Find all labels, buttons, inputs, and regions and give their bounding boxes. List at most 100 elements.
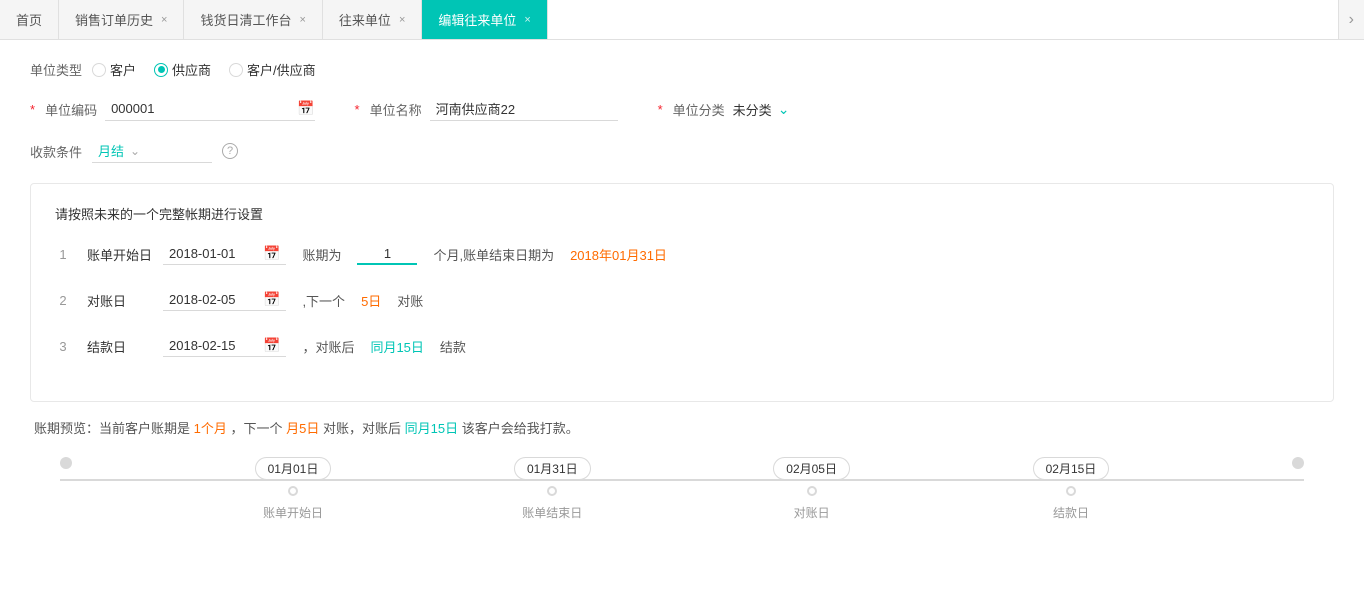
timeline-dot-2: [547, 486, 557, 496]
timeline-badge-2: 01月31日: [514, 457, 591, 480]
row-1-calendar-icon[interactable]: 📅: [263, 245, 280, 262]
row-3-date-input: 📅: [163, 335, 286, 357]
payment-condition-chevron-icon: ⌄: [130, 144, 140, 158]
row-1-period-input[interactable]: [357, 244, 417, 265]
row-3-desc-prefix: ，对账后: [302, 337, 354, 356]
timeline-left-dot: [60, 457, 72, 469]
radio-supplier-circle: [154, 63, 168, 77]
row-3-date-field[interactable]: [169, 338, 259, 353]
row-1-date-input: 📅: [163, 243, 286, 265]
setting-row-1: 1 账单开始日 📅 账期为 个月,账单结束日期为 2018年01月31日: [55, 243, 1309, 265]
timeline-point-1: 01月01日 账单开始日: [255, 457, 332, 521]
row-2-field: 对账日: [87, 291, 147, 310]
radio-both-label: 客户/供应商: [247, 60, 316, 79]
unit-code-label: 单位编码: [45, 100, 97, 119]
unit-category-group: * 单位分类 未分类 ⌄: [658, 100, 790, 119]
preview-section: 账期预览：当前客户账期是 1个月 ，下一个 月5日 对账，对账后 同月15日 该…: [30, 418, 1334, 437]
tab-edit-partner-close[interactable]: ×: [524, 14, 530, 26]
row-1-end-date: 2018年01月31日: [570, 245, 667, 264]
unit-name-group: * 单位名称: [355, 97, 618, 121]
row-2-calendar-icon[interactable]: 📅: [263, 291, 280, 308]
unit-category-label: 单位分类: [673, 100, 725, 119]
settings-section: 请按照未来的一个完整帐期进行设置 1 账单开始日 📅 账期为 个月,账单结束日期…: [30, 183, 1334, 402]
unit-code-star: *: [30, 102, 35, 117]
row-2-date-input: 📅: [163, 289, 286, 311]
timeline-container: 01月01日 账单开始日 01月31日 账单结束日 02月05日 对账日 02月…: [30, 457, 1334, 521]
timeline-dot-1: [288, 486, 298, 496]
radio-both[interactable]: 客户/供应商: [229, 60, 316, 79]
setting-row-2: 2 对账日 📅 ,下一个 5日 对账: [55, 289, 1309, 311]
timeline-label-2: 账单结束日: [522, 504, 582, 521]
timeline-right-end: [1292, 457, 1304, 521]
unit-code-calendar-icon[interactable]: 📅: [297, 100, 314, 117]
row-2-highlight: 5日: [361, 291, 381, 310]
payment-condition-select[interactable]: 月结 ⌄: [92, 139, 212, 163]
row-3-calendar-icon[interactable]: 📅: [263, 337, 280, 354]
radio-supplier[interactable]: 供应商: [154, 60, 211, 79]
unit-type-label: 单位类型: [30, 60, 82, 79]
tab-sales-history-close[interactable]: ×: [161, 14, 167, 26]
row-3-field: 结款日: [87, 337, 147, 356]
payment-help-icon[interactable]: ?: [222, 143, 238, 159]
tab-overflow-arrow[interactable]: ›: [1338, 0, 1364, 39]
row-1-desc-prefix: 账期为: [302, 245, 341, 264]
timeline-badge-3: 02月05日: [773, 457, 850, 480]
row-1-date-field[interactable]: [169, 246, 259, 261]
timeline-label-4: 结款日: [1053, 504, 1089, 521]
payment-condition-value: 月结: [98, 141, 124, 160]
row-1-field: 账单开始日: [87, 245, 147, 264]
row-2-desc-suffix: 对账: [397, 291, 423, 310]
row-3-desc-suffix: 结款: [440, 337, 466, 356]
unit-code-input-group: 📅: [105, 97, 314, 121]
tab-sales-history[interactable]: 销售订单历史 ×: [59, 0, 184, 39]
tab-cashwork[interactable]: 钱货日清工作台 ×: [184, 0, 322, 39]
radio-customer-label: 客户: [110, 60, 136, 79]
unit-name-input[interactable]: [430, 97, 618, 120]
timeline-point-4: 02月15日 结款日: [1033, 457, 1110, 521]
row-3-num: 3: [55, 339, 71, 354]
preview-suffix: 该客户会给我打款。: [462, 421, 579, 436]
preview-reconcile: 月5日: [286, 421, 319, 436]
unit-category-select[interactable]: 未分类 ⌄: [733, 100, 790, 119]
main-content: 单位类型 客户 供应商 客户/供应商 * 单位编码 📅: [0, 40, 1364, 608]
settings-section-title: 请按照未来的一个完整帐期进行设置: [55, 204, 1309, 223]
preview-period: 1个月: [194, 421, 227, 436]
timeline-badge-4: 02月15日: [1033, 457, 1110, 480]
payment-condition-label: 收款条件: [30, 142, 82, 161]
unit-category-value: 未分类: [733, 100, 772, 119]
timeline-start-end: [60, 457, 72, 521]
preview-mid1: ，下一个: [231, 421, 283, 436]
radio-supplier-label: 供应商: [172, 60, 211, 79]
unit-type-row: 单位类型 客户 供应商 客户/供应商: [30, 60, 1334, 79]
setting-row-3: 3 结款日 📅 ，对账后 同月15日 结款: [55, 335, 1309, 357]
unit-name-star: *: [355, 102, 360, 117]
unit-category-chevron-icon: ⌄: [778, 101, 790, 118]
tab-edit-partner-label: 编辑往来单位: [438, 10, 516, 29]
unit-name-label: 单位名称: [370, 100, 422, 119]
radio-customer[interactable]: 客户: [92, 60, 136, 79]
tab-home[interactable]: 首页: [0, 0, 59, 39]
radio-customer-circle: [92, 63, 106, 77]
row-2-date-field[interactable]: [169, 292, 259, 307]
tab-home-label: 首页: [16, 10, 42, 29]
tab-partner[interactable]: 往来单位 ×: [323, 0, 422, 39]
tab-edit-partner[interactable]: 编辑往来单位 ×: [422, 0, 547, 39]
timeline-point-3: 02月05日 对账日: [773, 457, 850, 521]
row-1-desc-mid: 个月,账单结束日期为: [433, 245, 554, 264]
unit-name-input-group: [430, 97, 618, 121]
timeline-point-2: 01月31日 账单结束日: [514, 457, 591, 521]
unit-type-radio-group: 客户 供应商 客户/供应商: [92, 60, 316, 79]
unit-code-input[interactable]: [105, 97, 293, 120]
preview-mid2: 对账，对账后: [323, 421, 401, 436]
tab-sales-history-label: 销售订单历史: [75, 10, 153, 29]
preview-label: 账期预览：当前客户账期是: [34, 421, 190, 436]
timeline-dot-3: [807, 486, 817, 496]
unit-code-group: * 单位编码 📅: [30, 97, 315, 121]
preview-payment: 同月15日: [405, 421, 458, 436]
tab-cashwork-close[interactable]: ×: [299, 14, 305, 26]
tab-partner-close[interactable]: ×: [399, 14, 405, 26]
tab-bar: 首页 销售订单历史 × 钱货日清工作台 × 往来单位 × 编辑往来单位 × ›: [0, 0, 1364, 40]
unit-details-row: * 单位编码 📅 * 单位名称 * 单位分类 未分类 ⌄: [30, 97, 1334, 121]
tab-partner-label: 往来单位: [339, 10, 391, 29]
timeline-label-1: 账单开始日: [263, 504, 323, 521]
